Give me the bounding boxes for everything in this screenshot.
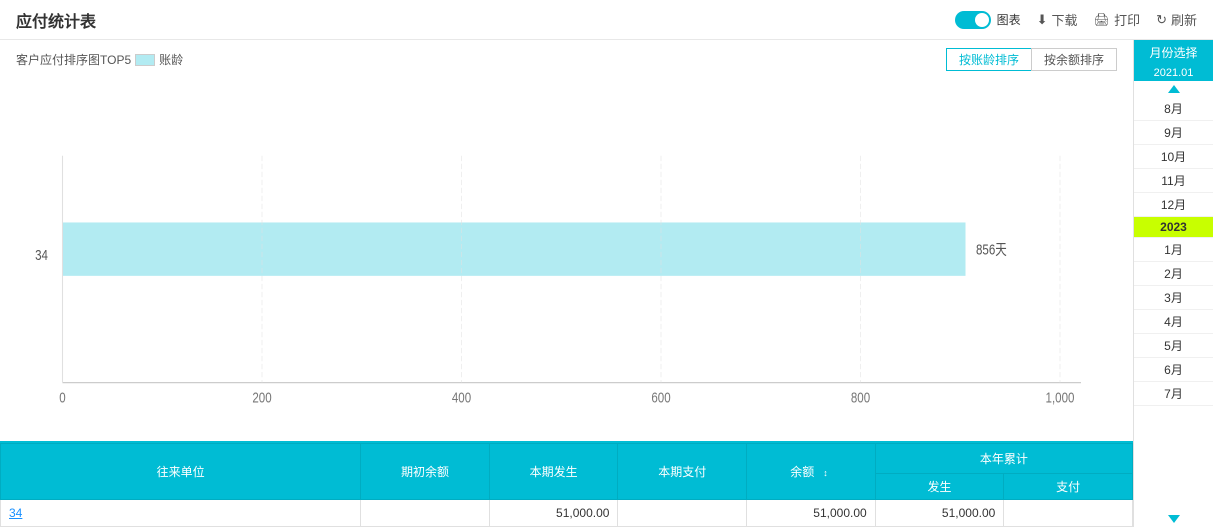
svg-text:0: 0	[59, 389, 65, 406]
table-wrapper: 往来单位 期初余额 本期发生 本期支付 余额 ↕ 本年累计	[0, 443, 1133, 527]
month-aug[interactable]: 8月	[1134, 97, 1213, 121]
chevron-down-icon	[1168, 515, 1180, 523]
table-header-row-1: 往来单位 期初余额 本期发生 本期支付 余额 ↕ 本年累计	[1, 444, 1133, 474]
month-may[interactable]: 5月	[1134, 334, 1213, 358]
print-icon: 🖨	[1094, 12, 1111, 28]
bar-chart: 34 856天 0 200 400 600 800 1,000	[10, 89, 1123, 436]
legend-text: 客户应付排序图TOP5	[16, 51, 131, 68]
cell-unit[interactable]: 34	[1, 500, 361, 527]
download-button[interactable]: ⬇ 下载	[1037, 10, 1078, 29]
download-label: 下载	[1052, 10, 1078, 29]
refresh-icon: ↻	[1156, 12, 1167, 28]
print-label: 打印	[1114, 10, 1140, 29]
cell-current-occur: 51,000.00	[489, 500, 618, 527]
sort-by-amount-button[interactable]: 按余额排序	[1031, 48, 1117, 71]
svg-text:600: 600	[651, 389, 670, 406]
right-sidebar: 月份选择 2021.01 8月 9月 10月 11月 12月 2023 1月 2…	[1133, 40, 1213, 527]
chart-toggle-wrap: 图表	[955, 11, 1021, 29]
sidebar-header: 月份选择	[1134, 40, 1213, 65]
sidebar-up-button[interactable]	[1134, 81, 1213, 97]
col-header-ytd-occur: 发生	[875, 474, 1004, 500]
svg-text:400: 400	[452, 389, 471, 406]
summary-table: 往来单位 期初余额 本期发生 本期支付 余额 ↕ 本年累计	[0, 443, 1133, 527]
balance-sort-icon[interactable]: ↕	[820, 467, 832, 479]
month-list: 8月 9月 10月 11月 12月 2023 1月 2月 3月 4月 5月 6月…	[1134, 97, 1213, 511]
month-mar[interactable]: 3月	[1134, 286, 1213, 310]
month-apr[interactable]: 4月	[1134, 310, 1213, 334]
table-row: 34 51,000.00 51,000.00 51,000.00	[1, 500, 1133, 527]
svg-text:800: 800	[851, 389, 870, 406]
cell-balance: 51,000.00	[747, 500, 876, 527]
col-header-ytd: 本年累计	[875, 444, 1132, 474]
sort-controls: 按账龄排序 按余额排序	[946, 48, 1117, 71]
chart-section: 客户应付排序图TOP5 账龄 按账龄排序 按余额排序 34 856天	[0, 40, 1133, 527]
month-nov[interactable]: 11月	[1134, 169, 1213, 193]
cell-current-pay	[618, 500, 747, 527]
col-header-ytd-pay: 支付	[1004, 474, 1133, 500]
app-container: 应付统计表 图表 ⬇ 下载 🖨 打印 ↻ 刷新	[0, 0, 1213, 527]
legend-box	[135, 54, 155, 66]
table-section: 往来单位 期初余额 本期发生 本期支付 余额 ↕ 本年累计	[0, 441, 1133, 527]
col-header-current-pay: 本期支付	[618, 444, 747, 500]
refresh-label: 刷新	[1171, 10, 1197, 29]
download-icon: ⬇	[1037, 12, 1048, 28]
page-title: 应付统计表	[16, 8, 955, 32]
month-jun[interactable]: 6月	[1134, 358, 1213, 382]
header-actions: 图表 ⬇ 下载 🖨 打印 ↻ 刷新	[955, 10, 1197, 29]
month-dec[interactable]: 12月	[1134, 193, 1213, 217]
chart-toggle-label: 图表	[997, 11, 1021, 28]
sidebar-year-label: 2021.01	[1134, 65, 1213, 81]
header: 应付统计表 图表 ⬇ 下载 🖨 打印 ↻ 刷新	[0, 0, 1213, 40]
svg-text:856天: 856天	[976, 241, 1007, 258]
chart-controls: 客户应付排序图TOP5 账龄 按账龄排序 按余额排序	[0, 40, 1133, 79]
chart-toggle[interactable]	[955, 11, 991, 29]
main-area: 客户应付排序图TOP5 账龄 按账龄排序 按余额排序 34 856天	[0, 40, 1213, 527]
table-body: 34 51,000.00 51,000.00 51,000.00	[1, 500, 1133, 527]
refresh-button[interactable]: ↻ 刷新	[1156, 10, 1197, 29]
col-header-opening: 期初余额	[361, 444, 490, 500]
col-header-balance: 余额 ↕	[747, 444, 876, 500]
year-2023-marker: 2023	[1134, 217, 1213, 238]
cell-opening	[361, 500, 490, 527]
svg-text:200: 200	[252, 389, 271, 406]
sort-by-balance-button[interactable]: 按账龄排序	[946, 48, 1031, 71]
legend-box-label: 账龄	[159, 51, 183, 68]
col-header-unit: 往来单位	[1, 444, 361, 500]
cell-ytd-pay	[1004, 500, 1133, 527]
sidebar-down-button[interactable]	[1134, 511, 1213, 527]
month-oct[interactable]: 10月	[1134, 145, 1213, 169]
chart-legend: 客户应付排序图TOP5 账龄	[16, 51, 183, 68]
month-jan[interactable]: 1月	[1134, 238, 1213, 262]
svg-text:1,000: 1,000	[1046, 389, 1075, 406]
month-feb[interactable]: 2月	[1134, 262, 1213, 286]
print-button[interactable]: 🖨 打印	[1094, 10, 1141, 29]
col-header-current-occur: 本期发生	[489, 444, 618, 500]
cell-ytd-occur: 51,000.00	[875, 500, 1004, 527]
chart-area: 34 856天 0 200 400 600 800 1,000	[0, 79, 1133, 441]
svg-text:34: 34	[35, 246, 48, 263]
chevron-up-icon	[1168, 85, 1180, 93]
month-jul[interactable]: 7月	[1134, 382, 1213, 406]
month-sep[interactable]: 9月	[1134, 121, 1213, 145]
